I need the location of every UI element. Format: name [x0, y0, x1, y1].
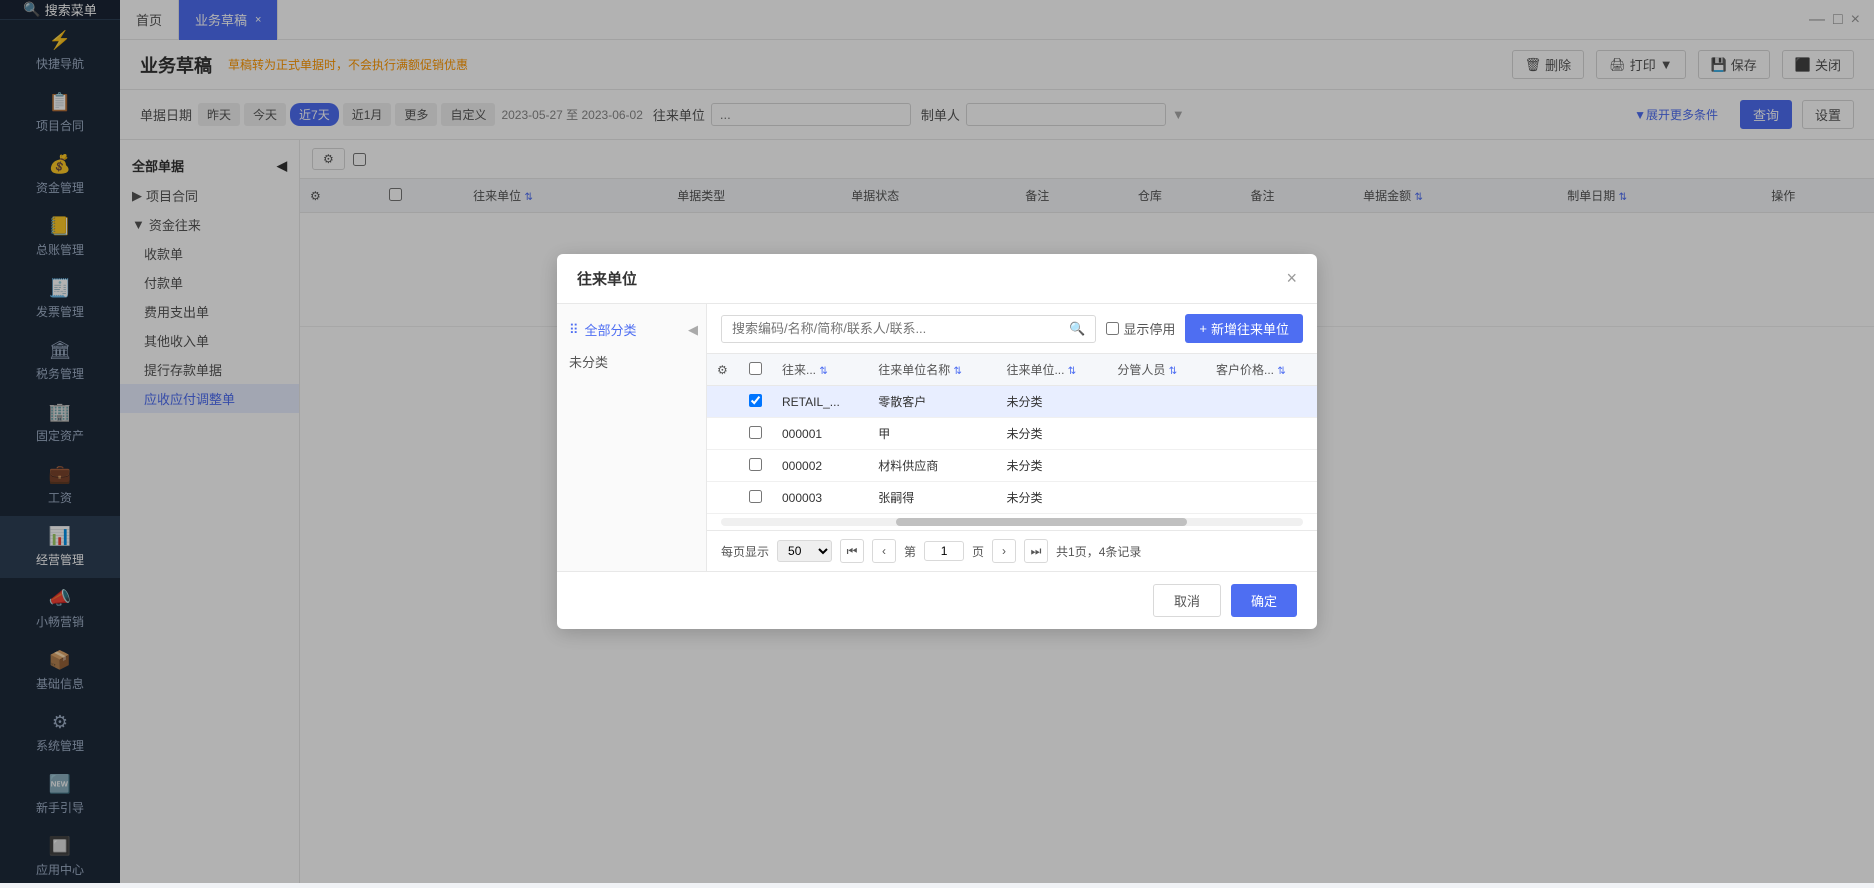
row-check [739, 450, 772, 482]
confirm-button[interactable]: 确定 [1231, 584, 1297, 617]
modal-table-wrap: ⚙ 往来... ⇅ 往来单位名称 ⇅ 往来单位... ⇅ 分管人员 ⇅ 客户价格… [707, 354, 1317, 514]
row-price [1206, 450, 1317, 482]
show-disabled-toggle: 显示停用 [1106, 319, 1175, 338]
row-name: 甲 [868, 418, 996, 450]
row-salesperson [1107, 482, 1206, 514]
sort-price-icon: ⇅ [1277, 366, 1285, 377]
modal-overlay[interactable]: 往来单位 × ⠿ 全部分类 ◀ 未分类 [0, 0, 1874, 883]
all-categories-label: 全部分类 [585, 320, 637, 339]
add-btn-label: 新增往来单位 [1211, 319, 1289, 338]
modal-col-price[interactable]: 客户价格... ⇅ [1206, 354, 1317, 386]
row-salesperson [1107, 450, 1206, 482]
modal-col-salesperson[interactable]: 分管人员 ⇅ [1107, 354, 1206, 386]
modal-col-category[interactable]: 往来单位... ⇅ [996, 354, 1107, 386]
row-price [1206, 386, 1317, 418]
row-checkbox[interactable] [749, 490, 762, 503]
row-code: 000001 [772, 418, 868, 450]
uncategorized-label: 未分类 [569, 352, 608, 371]
modal-body: ⠿ 全部分类 ◀ 未分类 🔍 [557, 304, 1317, 571]
prev-page-btn[interactable]: ‹ [872, 539, 896, 563]
sort-sales-icon: ⇅ [1169, 366, 1177, 377]
modal-sidebar-collapse-btn[interactable]: ◀ [688, 322, 698, 338]
modal-sidebar: ⠿ 全部分类 ◀ 未分类 [557, 304, 707, 571]
modal-title: 往来单位 [577, 268, 637, 289]
per-page-select[interactable]: 50 100 200 [777, 540, 832, 562]
row-settings [707, 386, 739, 418]
sort-code-icon: ⇅ [819, 366, 827, 377]
cancel-button[interactable]: 取消 [1153, 584, 1221, 617]
modal-close-button[interactable]: × [1286, 268, 1297, 289]
row-category: 未分类 [996, 386, 1107, 418]
modal-footer: 取消 确定 [557, 571, 1317, 629]
modal-col-settings: ⚙ [707, 354, 739, 386]
horizontal-scrollbar[interactable] [721, 518, 1303, 526]
sort-cat-icon: ⇅ [1068, 366, 1076, 377]
modal-cat-header: ⠿ 全部分类 ◀ [557, 314, 706, 345]
modal-table: ⚙ 往来... ⇅ 往来单位名称 ⇅ 往来单位... ⇅ 分管人员 ⇅ 客户价格… [707, 354, 1317, 514]
row-check [739, 482, 772, 514]
show-disabled-label: 显示停用 [1123, 319, 1175, 338]
modal-col-check [739, 354, 772, 386]
row-settings [707, 450, 739, 482]
row-category: 未分类 [996, 418, 1107, 450]
modal-header: 往来单位 × [557, 254, 1317, 304]
row-salesperson [1107, 418, 1206, 450]
row-check [739, 386, 772, 418]
row-name: 张嗣得 [868, 482, 996, 514]
row-checkbox[interactable] [749, 458, 762, 471]
table-row[interactable]: RETAIL_... 零散客户 未分类 [707, 386, 1317, 418]
search-icon: 🔍 [1069, 321, 1085, 337]
modal-col-name[interactable]: 往来单位名称 ⇅ [868, 354, 996, 386]
row-checkbox[interactable] [749, 394, 762, 407]
per-page-label: 每页显示 [721, 543, 769, 560]
modal-toolbar: 🔍 显示停用 + 新增往来单位 [707, 304, 1317, 354]
partner-modal: 往来单位 × ⠿ 全部分类 ◀ 未分类 [557, 254, 1317, 629]
row-category: 未分类 [996, 482, 1107, 514]
scrollbar-thumb[interactable] [896, 518, 1187, 526]
row-code: RETAIL_... [772, 386, 868, 418]
row-checkbox[interactable] [749, 426, 762, 439]
table-row[interactable]: 000003 张嗣得 未分类 [707, 482, 1317, 514]
first-page-btn[interactable]: ⏮ [840, 539, 864, 563]
total-records: 共1页，4条记录 [1056, 543, 1141, 560]
sort-name-icon: ⇅ [954, 366, 962, 377]
modal-cat-header-content: ⠿ 全部分类 [569, 320, 637, 339]
category-grid-icon: ⠿ [569, 322, 579, 338]
modal-pagination: 每页显示 50 100 200 ⏮ ‹ 第 页 › ⏭ 共1页，4条记录 [707, 530, 1317, 571]
row-name: 材料供应商 [868, 450, 996, 482]
show-disabled-checkbox[interactable] [1106, 322, 1119, 335]
page-number-input[interactable] [924, 541, 964, 561]
modal-search-box[interactable]: 🔍 [721, 315, 1096, 343]
modal-table-header: ⚙ 往来... ⇅ 往来单位名称 ⇅ 往来单位... ⇅ 分管人员 ⇅ 客户价格… [707, 354, 1317, 386]
modal-table-body: RETAIL_... 零散客户 未分类 000001 甲 [707, 386, 1317, 514]
add-icon: + [1199, 321, 1207, 336]
row-price [1206, 482, 1317, 514]
table-row[interactable]: 000002 材料供应商 未分类 [707, 450, 1317, 482]
page-label: 第 [904, 543, 916, 560]
last-page-btn[interactable]: ⏭ [1024, 539, 1048, 563]
row-code: 000002 [772, 450, 868, 482]
table-row[interactable]: 000001 甲 未分类 [707, 418, 1317, 450]
add-partner-button[interactable]: + 新增往来单位 [1185, 314, 1303, 343]
row-code: 000003 [772, 482, 868, 514]
modal-cat-uncategorized[interactable]: 未分类 [557, 345, 706, 378]
modal-main: 🔍 显示停用 + 新增往来单位 [707, 304, 1317, 571]
row-name: 零散客户 [868, 386, 996, 418]
modal-col-code[interactable]: 往来... ⇅ [772, 354, 868, 386]
modal-search-input[interactable] [732, 321, 1063, 336]
row-settings [707, 482, 739, 514]
row-price [1206, 418, 1317, 450]
page-unit: 页 [972, 543, 984, 560]
row-category: 未分类 [996, 450, 1107, 482]
modal-header-checkbox[interactable] [749, 362, 762, 375]
row-salesperson [1107, 386, 1206, 418]
row-settings [707, 418, 739, 450]
row-check [739, 418, 772, 450]
next-page-btn[interactable]: › [992, 539, 1016, 563]
